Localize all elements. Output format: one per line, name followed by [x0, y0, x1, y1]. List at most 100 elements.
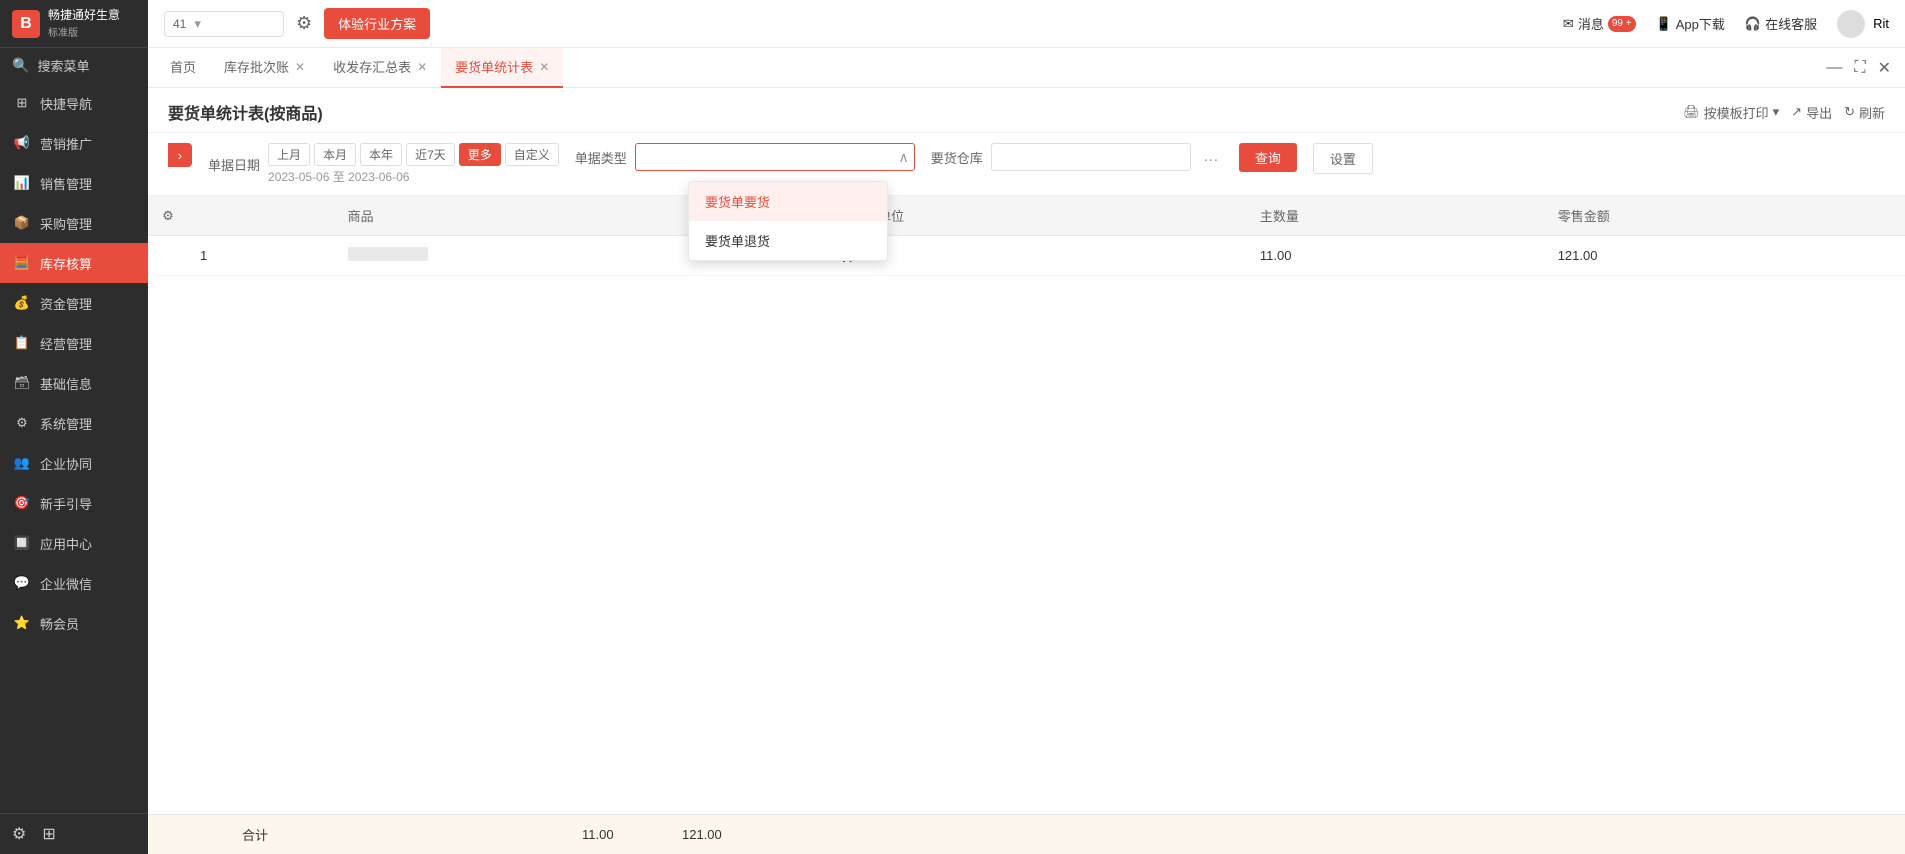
query-btn[interactable]: 查询	[1239, 143, 1297, 172]
date-quick-btns: 上月 本月 本年 近7天 更多 自定义	[268, 143, 559, 166]
th-index	[188, 196, 336, 236]
sidebar-item-operations[interactable]: 📋 经营管理	[0, 323, 148, 363]
sidebar-item-marketing[interactable]: 📢 营销推广	[0, 123, 148, 163]
print-icon: 🖨	[1683, 104, 1700, 120]
th-amount: 零售金额	[1546, 196, 1905, 236]
date-btn-custom[interactable]: 自定义	[505, 143, 559, 166]
print-label: 按模板打印	[1704, 103, 1769, 122]
type-filter-label: 单据类型	[575, 148, 627, 167]
sidebar-nav: ⊞ 快捷导航 📢 营销推广 📊 销售管理 📦 采购管理 🧮 库存核算 💰 资金管…	[0, 83, 148, 813]
header-gear-icon[interactable]: ⚙	[296, 13, 312, 34]
wallet-icon: 💰	[12, 293, 32, 313]
sidebar-item-label: 采购管理	[40, 214, 92, 233]
dropdown-item-requisition-return[interactable]: 要货单退货	[689, 221, 887, 260]
tab-home-label: 首页	[170, 57, 196, 76]
sidebar-item-label: 企业微信	[40, 574, 92, 593]
sidebar-item-label: 经营管理	[40, 334, 92, 353]
sidebar-item-label: 资金管理	[40, 294, 92, 313]
sidebar-search-label: 搜索菜单	[37, 56, 89, 75]
messages-btn[interactable]: ✉ 消息 99 +	[1563, 14, 1636, 33]
th-unit: 主计量单位	[827, 196, 1248, 236]
message-icon: ✉	[1563, 16, 1574, 32]
data-table: ⚙ 商品 主计量单位 主数量 零售金额 1	[148, 196, 1905, 276]
tab-requisition-stats[interactable]: 要货单统计表 ✕	[441, 48, 563, 88]
sidebar-bottom: ⚙ ⊞	[0, 813, 148, 854]
app-download-btn[interactable]: 📱 App下载	[1656, 14, 1725, 33]
sidebar-item-quick-nav[interactable]: ⊞ 快捷导航	[0, 83, 148, 123]
sidebar-item-label: 基础信息	[40, 374, 92, 393]
th-settings[interactable]: ⚙	[148, 196, 188, 236]
collapse-icon[interactable]: ⊞	[42, 824, 55, 844]
chevron-down-icon: ▾	[194, 16, 201, 32]
main-content: 41 ▾ ⚙ 体验行业方案 ✉ 消息 99 + 📱 App下载 🎧 在线客服	[148, 0, 1905, 854]
refresh-btn[interactable]: ↻ 刷新	[1844, 103, 1885, 122]
sidebar-item-basic-info[interactable]: 🗃 基础信息	[0, 363, 148, 403]
tab-inventory-batch[interactable]: 库存批次账 ✕	[210, 48, 319, 88]
table-footer: 合计 11.00 121.00	[148, 814, 1905, 854]
sidebar-item-enterprise-wechat[interactable]: 💬 企业微信	[0, 563, 148, 603]
sidebar-item-enterprise[interactable]: 👥 企业协同	[0, 443, 148, 483]
date-btn-this-month[interactable]: 本月	[314, 143, 356, 166]
online-service-label: 在线客服	[1765, 14, 1817, 33]
sidebar-item-newbie[interactable]: 🎯 新手引导	[0, 483, 148, 523]
tab-inventory-batch-close[interactable]: ✕	[295, 60, 305, 74]
phone-icon: 📱	[1656, 16, 1672, 32]
sidebar-item-finance[interactable]: 💰 资金管理	[0, 283, 148, 323]
dropdown-item-requisition-order[interactable]: 要货单要货	[689, 182, 887, 221]
date-btn-last-month[interactable]: 上月	[268, 143, 310, 166]
sidebar-item-membership[interactable]: ⭐ 畅会员	[0, 603, 148, 643]
filter-expand-btn[interactable]: ›	[168, 143, 192, 167]
sidebar-item-sales[interactable]: 📊 销售管理	[0, 163, 148, 203]
refresh-icon: ↻	[1844, 104, 1855, 120]
sidebar-item-label: 快捷导航	[40, 94, 92, 113]
export-btn[interactable]: ↗ 导出	[1791, 103, 1832, 122]
print-chevron-icon: ▾	[1773, 104, 1780, 120]
page-inner: 要货单统计表(按商品) 🖨 按模板打印 ▾ ↗ 导出 ↻ 刷新	[148, 88, 1905, 854]
store-number: 41	[173, 17, 186, 31]
type-filter-chevron-icon[interactable]: ∧	[899, 149, 909, 166]
product-placeholder	[348, 247, 428, 261]
guide-icon: 🎯	[12, 493, 32, 513]
sidebar-item-app-center[interactable]: 🔲 应用中心	[0, 523, 148, 563]
settings-btn[interactable]: 设置	[1313, 143, 1373, 174]
tab-requisition-stats-label: 要货单统计表	[455, 57, 533, 76]
app-download-label: App下载	[1676, 14, 1725, 33]
sidebar-item-system[interactable]: ⚙ 系统管理	[0, 403, 148, 443]
calculator-icon: 🧮	[12, 253, 32, 273]
page-content: 要货单统计表(按商品) 🖨 按模板打印 ▾ ↗ 导出 ↻ 刷新	[148, 88, 1905, 854]
warehouse-filter-input[interactable]	[991, 143, 1191, 171]
tab-close-all-icon[interactable]: ✕	[1872, 54, 1897, 82]
store-selector[interactable]: 41 ▾	[164, 11, 284, 37]
sidebar-item-inventory[interactable]: 🧮 库存核算	[0, 243, 148, 283]
tabs-bar: 首页 库存批次账 ✕ 收发存汇总表 ✕ 要货单统计表 ✕ — ⛶ ✕	[148, 48, 1905, 88]
table-row: 1 块 11.00 121.00	[148, 236, 1905, 276]
page-title: 要货单统计表(按商品)	[168, 100, 323, 124]
date-btn-more[interactable]: 更多	[459, 143, 501, 166]
tab-receivables-close[interactable]: ✕	[417, 60, 427, 74]
tab-receivables[interactable]: 收发存汇总表 ✕	[319, 48, 441, 88]
print-btn[interactable]: 🖨 按模板打印 ▾	[1683, 103, 1779, 122]
warehouse-more-icon[interactable]: …	[1199, 148, 1223, 166]
sidebar-item-label: 新手引导	[40, 494, 92, 513]
grid-icon: ⊞	[12, 93, 32, 113]
sidebar-item-purchase[interactable]: 📦 采购管理	[0, 203, 148, 243]
sidebar-search[interactable]: 🔍 搜索菜单	[0, 48, 148, 83]
avatar	[1837, 10, 1865, 38]
tab-minimize-icon[interactable]: —	[1820, 55, 1848, 81]
date-btn-this-year[interactable]: 本年	[360, 143, 402, 166]
tab-home[interactable]: 首页	[156, 48, 210, 88]
type-filter-group: 单据类型 ∧	[575, 143, 915, 171]
tab-requisition-stats-close[interactable]: ✕	[539, 60, 549, 74]
tab-maximize-icon[interactable]: ⛶	[1848, 55, 1871, 81]
online-service-btn[interactable]: 🎧 在线客服	[1745, 14, 1817, 33]
user-info[interactable]: Rit	[1837, 10, 1889, 38]
sidebar-item-label: 应用中心	[40, 534, 92, 553]
date-btn-last-7-days[interactable]: 近7天	[406, 143, 455, 166]
tab-inventory-batch-label: 库存批次账	[224, 57, 289, 76]
type-filter-input[interactable]	[635, 143, 915, 171]
sidebar-item-label: 系统管理	[40, 414, 92, 433]
team-icon: 👥	[12, 453, 32, 473]
refresh-label: 刷新	[1859, 103, 1885, 122]
settings-bottom-icon[interactable]: ⚙	[12, 824, 26, 844]
trial-btn[interactable]: 体验行业方案	[324, 8, 430, 39]
